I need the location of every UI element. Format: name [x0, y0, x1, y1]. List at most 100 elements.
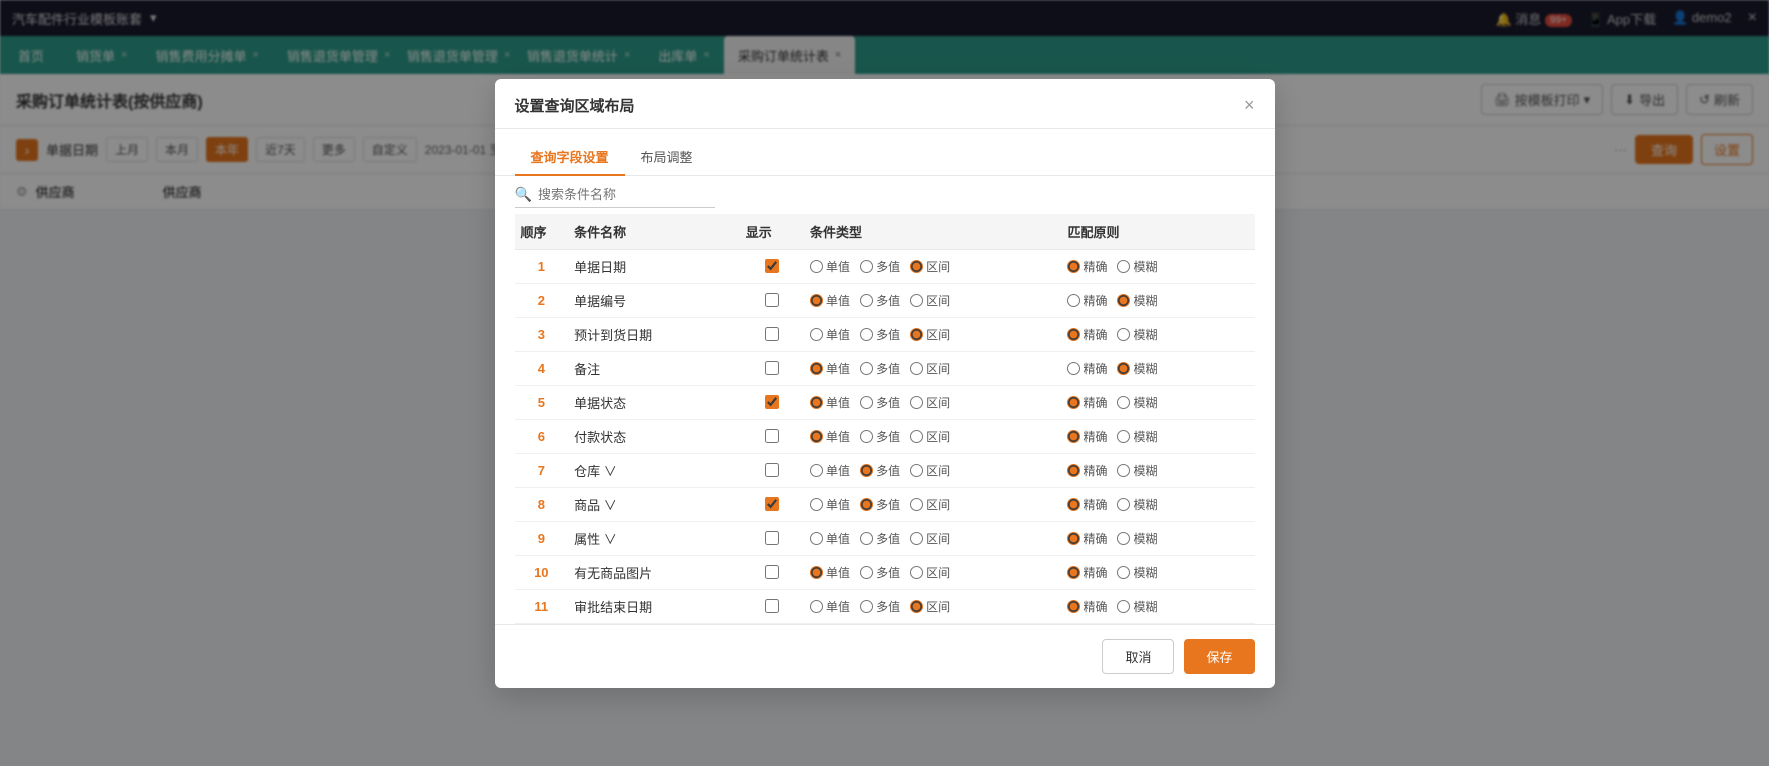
- display-checkbox[interactable]: [765, 531, 779, 545]
- match-fuzzy-label[interactable]: 模糊: [1117, 598, 1157, 615]
- display-checkbox[interactable]: [765, 259, 779, 273]
- match-fuzzy-label[interactable]: 模糊: [1117, 496, 1157, 513]
- type-multi-label[interactable]: 多值: [860, 428, 900, 445]
- display-checkbox[interactable]: [765, 463, 779, 477]
- type-range-radio[interactable]: [910, 464, 923, 477]
- match-exact-label[interactable]: 精确: [1067, 394, 1107, 411]
- type-multi-label[interactable]: 多值: [860, 598, 900, 615]
- type-multi-radio[interactable]: [860, 532, 873, 545]
- type-multi-radio[interactable]: [860, 566, 873, 579]
- match-exact-radio[interactable]: [1067, 362, 1080, 375]
- match-fuzzy-radio[interactable]: [1117, 600, 1130, 613]
- match-fuzzy-label[interactable]: 模糊: [1117, 326, 1157, 343]
- match-fuzzy-radio[interactable]: [1117, 498, 1130, 511]
- save-button[interactable]: 保存: [1184, 639, 1254, 674]
- match-fuzzy-label[interactable]: 模糊: [1117, 258, 1157, 275]
- type-range-radio[interactable]: [910, 430, 923, 443]
- type-single-label[interactable]: 单值: [810, 326, 850, 343]
- type-range-label[interactable]: 区间: [910, 394, 950, 411]
- match-exact-label[interactable]: 精确: [1067, 326, 1107, 343]
- match-exact-radio[interactable]: [1067, 430, 1080, 443]
- type-range-label[interactable]: 区间: [910, 496, 950, 513]
- type-single-radio[interactable]: [810, 260, 823, 273]
- display-checkbox[interactable]: [765, 293, 779, 307]
- match-exact-radio[interactable]: [1067, 498, 1080, 511]
- match-exact-radio[interactable]: [1067, 260, 1080, 273]
- match-exact-label[interactable]: 精确: [1067, 564, 1107, 581]
- type-multi-label[interactable]: 多值: [860, 258, 900, 275]
- type-range-label[interactable]: 区间: [910, 462, 950, 479]
- type-range-radio[interactable]: [910, 532, 923, 545]
- type-single-label[interactable]: 单值: [810, 598, 850, 615]
- match-fuzzy-label[interactable]: 模糊: [1117, 292, 1157, 309]
- type-single-radio[interactable]: [810, 328, 823, 341]
- match-exact-label[interactable]: 精确: [1067, 258, 1107, 275]
- match-exact-radio[interactable]: [1067, 464, 1080, 477]
- type-multi-label[interactable]: 多值: [860, 394, 900, 411]
- type-single-radio[interactable]: [810, 464, 823, 477]
- type-range-label[interactable]: 区间: [910, 428, 950, 445]
- dialog-close-button[interactable]: ×: [1244, 95, 1255, 116]
- type-range-radio[interactable]: [910, 362, 923, 375]
- match-exact-label[interactable]: 精确: [1067, 462, 1107, 479]
- type-multi-label[interactable]: 多值: [860, 496, 900, 513]
- match-exact-label[interactable]: 精确: [1067, 360, 1107, 377]
- type-single-radio[interactable]: [810, 532, 823, 545]
- type-single-label[interactable]: 单值: [810, 530, 850, 547]
- type-single-radio[interactable]: [810, 430, 823, 443]
- display-checkbox[interactable]: [765, 327, 779, 341]
- match-exact-label[interactable]: 精确: [1067, 292, 1107, 309]
- type-range-label[interactable]: 区间: [910, 258, 950, 275]
- type-multi-label[interactable]: 多值: [860, 462, 900, 479]
- match-exact-radio[interactable]: [1067, 600, 1080, 613]
- type-single-label[interactable]: 单值: [810, 360, 850, 377]
- type-range-label[interactable]: 区间: [910, 292, 950, 309]
- match-fuzzy-label[interactable]: 模糊: [1117, 394, 1157, 411]
- match-fuzzy-radio[interactable]: [1117, 464, 1130, 477]
- match-fuzzy-radio[interactable]: [1117, 294, 1130, 307]
- type-multi-radio[interactable]: [860, 260, 873, 273]
- type-single-label[interactable]: 单值: [810, 292, 850, 309]
- tab-layout-adjust[interactable]: 布局调整: [625, 139, 709, 176]
- type-single-label[interactable]: 单值: [810, 258, 850, 275]
- type-single-label[interactable]: 单值: [810, 564, 850, 581]
- display-checkbox[interactable]: [765, 565, 779, 579]
- type-single-radio[interactable]: [810, 498, 823, 511]
- type-multi-radio[interactable]: [860, 498, 873, 511]
- type-range-radio[interactable]: [910, 260, 923, 273]
- type-multi-radio[interactable]: [860, 464, 873, 477]
- type-range-label[interactable]: 区间: [910, 360, 950, 377]
- match-exact-radio[interactable]: [1067, 328, 1080, 341]
- match-fuzzy-radio[interactable]: [1117, 362, 1130, 375]
- match-exact-label[interactable]: 精确: [1067, 598, 1107, 615]
- modal-overlay[interactable]: 设置查询区域布局 × 查询字段设置 布局调整 🔍 顺序: [0, 0, 1769, 766]
- type-single-label[interactable]: 单值: [810, 496, 850, 513]
- type-single-radio[interactable]: [810, 396, 823, 409]
- type-single-radio[interactable]: [810, 566, 823, 579]
- display-checkbox[interactable]: [765, 429, 779, 443]
- cancel-button[interactable]: 取消: [1102, 639, 1174, 674]
- match-fuzzy-label[interactable]: 模糊: [1117, 462, 1157, 479]
- type-range-label[interactable]: 区间: [910, 598, 950, 615]
- match-fuzzy-radio[interactable]: [1117, 396, 1130, 409]
- match-fuzzy-radio[interactable]: [1117, 328, 1130, 341]
- type-range-label[interactable]: 区间: [910, 564, 950, 581]
- type-multi-label[interactable]: 多值: [860, 530, 900, 547]
- display-checkbox[interactable]: [765, 497, 779, 511]
- type-multi-label[interactable]: 多值: [860, 326, 900, 343]
- type-multi-radio[interactable]: [860, 328, 873, 341]
- display-checkbox[interactable]: [765, 361, 779, 375]
- type-range-radio[interactable]: [910, 396, 923, 409]
- type-range-radio[interactable]: [910, 328, 923, 341]
- type-multi-label[interactable]: 多值: [860, 292, 900, 309]
- search-input[interactable]: [538, 187, 698, 202]
- type-range-radio[interactable]: [910, 600, 923, 613]
- type-single-radio[interactable]: [810, 600, 823, 613]
- type-multi-radio[interactable]: [860, 294, 873, 307]
- type-range-radio[interactable]: [910, 498, 923, 511]
- type-multi-label[interactable]: 多值: [860, 360, 900, 377]
- match-fuzzy-label[interactable]: 模糊: [1117, 564, 1157, 581]
- match-exact-radio[interactable]: [1067, 532, 1080, 545]
- match-exact-radio[interactable]: [1067, 566, 1080, 579]
- type-single-radio[interactable]: [810, 362, 823, 375]
